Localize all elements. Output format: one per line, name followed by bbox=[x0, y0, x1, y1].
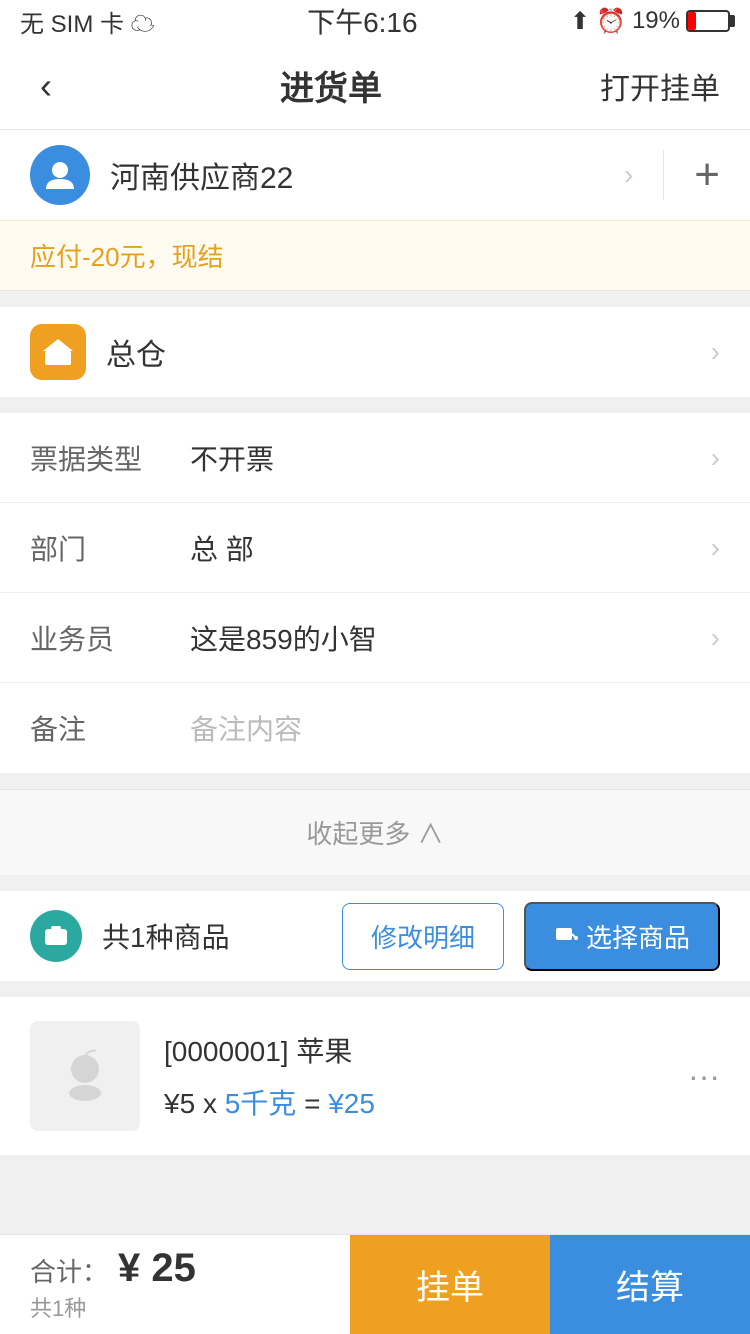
ticket-type-row[interactable]: 票据类型 不开票 › bbox=[0, 413, 750, 503]
salesperson-value: 这是859的小智 bbox=[170, 618, 711, 658]
price-quantity: 5千克 bbox=[225, 1088, 297, 1119]
warehouse-row[interactable]: 总仓 › bbox=[0, 307, 750, 397]
product-info: [0000001] 苹果 ¥5 x 5千克 = ¥25 bbox=[164, 1030, 664, 1122]
warehouse-section[interactable]: 总仓 › bbox=[0, 307, 750, 397]
form-section: 票据类型 不开票 › 部门 总 部 › 业务员 这是859的小智 › 备注 备注… bbox=[0, 413, 750, 773]
product-section: 共1种商品 修改明细 选择商品 bbox=[0, 891, 750, 981]
signal-text: 无 SIM 卡 ☁ bbox=[20, 4, 155, 39]
warehouse-icon bbox=[30, 324, 86, 380]
remark-row[interactable]: 备注 备注内容 bbox=[0, 683, 750, 773]
remark-value[interactable]: 备注内容 bbox=[170, 708, 720, 748]
remark-label: 备注 bbox=[30, 708, 170, 748]
product-header: 共1种商品 修改明细 选择商品 bbox=[0, 891, 750, 981]
ticket-type-chevron-icon: › bbox=[711, 442, 720, 474]
add-supplier-button[interactable]: + bbox=[694, 150, 720, 200]
page-title: 进货单 bbox=[280, 61, 382, 110]
price-unit: ¥5 bbox=[164, 1088, 195, 1119]
product-more-button[interactable]: ··· bbox=[688, 1058, 720, 1095]
status-time: 下午6:16 bbox=[307, 1, 418, 41]
salesperson-chevron-icon: › bbox=[711, 622, 720, 654]
modify-detail-button[interactable]: 修改明细 bbox=[342, 903, 504, 970]
product-item: [0000001] 苹果 ¥5 x 5千克 = ¥25 ··· bbox=[0, 997, 750, 1155]
checkout-button[interactable]: 结算 bbox=[550, 1235, 750, 1334]
status-left: 无 SIM 卡 ☁ bbox=[20, 4, 155, 39]
supplier-avatar bbox=[30, 145, 90, 205]
battery-percent: 19% bbox=[632, 7, 680, 35]
product-count-icon bbox=[30, 910, 82, 962]
department-chevron-icon: › bbox=[711, 532, 720, 564]
ticket-type-label: 票据类型 bbox=[30, 438, 170, 478]
product-price: ¥5 x 5千克 = ¥25 bbox=[164, 1082, 664, 1122]
warehouse-name: 总仓 bbox=[106, 330, 711, 374]
department-value: 总 部 bbox=[170, 528, 711, 568]
product-count-text: 共1种商品 bbox=[102, 916, 322, 956]
department-row[interactable]: 部门 总 部 › bbox=[0, 503, 750, 593]
price-total: ¥25 bbox=[328, 1088, 375, 1119]
price-equals: = bbox=[304, 1088, 328, 1119]
total-label: 合计： bbox=[30, 1252, 108, 1289]
salesperson-row[interactable]: 业务员 这是859的小智 › bbox=[0, 593, 750, 683]
supplier-row[interactable]: 河南供应商22 › + bbox=[0, 130, 750, 220]
select-product-button[interactable]: 选择商品 bbox=[524, 902, 720, 971]
salesperson-label: 业务员 bbox=[30, 618, 170, 658]
open-pending-button[interactable]: 打开挂单 bbox=[600, 64, 720, 108]
suspend-button[interactable]: 挂单 bbox=[350, 1235, 550, 1334]
total-amount: ¥ 25 bbox=[118, 1246, 196, 1291]
alarm-icon: ⏰ bbox=[596, 7, 626, 36]
warehouse-chevron-icon: › bbox=[711, 336, 720, 368]
select-product-label: 选择商品 bbox=[586, 918, 690, 955]
chevron-right-icon: › bbox=[624, 159, 633, 191]
payment-hint: 应付-20元，现结 bbox=[0, 220, 750, 291]
product-thumbnail bbox=[30, 1021, 140, 1131]
supplier-section: 河南供应商22 › + 应付-20元，现结 bbox=[0, 130, 750, 291]
select-product-icon bbox=[554, 924, 578, 948]
battery-icon bbox=[686, 10, 730, 32]
department-label: 部门 bbox=[30, 528, 170, 568]
price-multiply: x bbox=[203, 1088, 225, 1119]
status-right: ⬆ ⏰ 19% bbox=[570, 7, 730, 36]
status-bar: 无 SIM 卡 ☁ 下午6:16 ⬆ ⏰ 19% bbox=[0, 0, 750, 42]
nav-bar: ‹ 进货单 打开挂单 bbox=[0, 42, 750, 130]
back-button[interactable]: ‹ bbox=[30, 55, 62, 117]
product-name: [0000001] 苹果 bbox=[164, 1030, 664, 1070]
collapse-toggle[interactable]: 收起更多 ∧ bbox=[0, 789, 750, 875]
supplier-name: 河南供应商22 bbox=[110, 153, 624, 197]
total-count: 共1种 bbox=[30, 1291, 320, 1323]
bottom-bar: 合计： ¥ 25 共1种 挂单 结算 bbox=[0, 1234, 750, 1334]
bottom-total: 合计： ¥ 25 共1种 bbox=[0, 1235, 350, 1334]
divider bbox=[663, 150, 664, 200]
ticket-type-value: 不开票 bbox=[170, 438, 711, 478]
total-row: 合计： ¥ 25 bbox=[30, 1246, 320, 1291]
location-icon: ⬆ bbox=[570, 7, 590, 36]
